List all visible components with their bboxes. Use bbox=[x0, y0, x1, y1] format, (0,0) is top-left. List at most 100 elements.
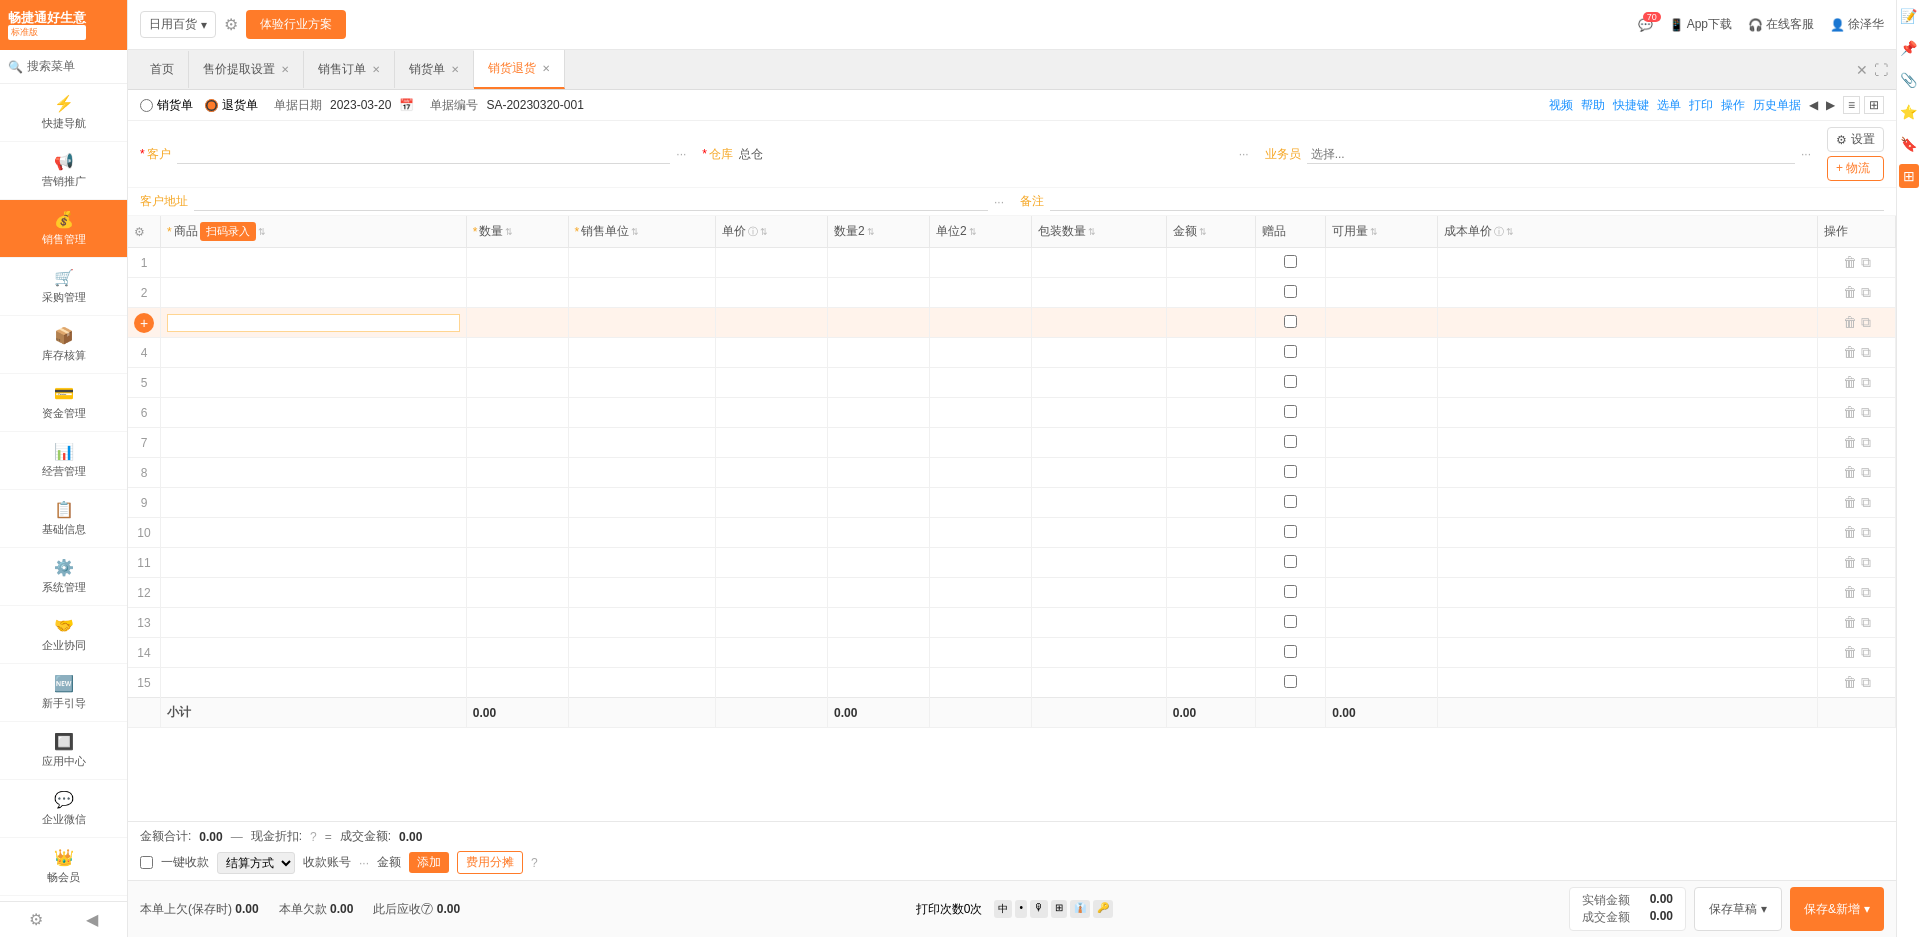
tab-delivery-close-icon[interactable]: ✕ bbox=[451, 64, 459, 75]
sidebar-item-basicinfo[interactable]: 📋 基础信息 bbox=[0, 490, 127, 548]
unit2-cell[interactable] bbox=[930, 548, 1032, 578]
unit2-cell[interactable] bbox=[930, 458, 1032, 488]
price-cell[interactable] bbox=[716, 608, 828, 638]
cost-price-cell[interactable] bbox=[1438, 338, 1818, 368]
logistics-btn[interactable]: + 物流 bbox=[1827, 156, 1884, 181]
right-icon-4[interactable]: ⭐ bbox=[1896, 100, 1920, 124]
gift-cell[interactable] bbox=[1256, 428, 1326, 458]
copy-row-icon[interactable]: ⧉ bbox=[1861, 344, 1871, 361]
sort-unit2-icon[interactable]: ⇅ bbox=[969, 227, 977, 237]
price-info-icon[interactable]: ⓘ bbox=[748, 225, 758, 239]
amount-cell[interactable] bbox=[1166, 248, 1255, 278]
price-cell[interactable] bbox=[716, 368, 828, 398]
sidebar-item-purchase[interactable]: 🛒 采购管理 bbox=[0, 258, 127, 316]
cost-price-cell[interactable] bbox=[1438, 368, 1818, 398]
price-cell[interactable] bbox=[716, 338, 828, 368]
price-cell[interactable] bbox=[716, 578, 828, 608]
qty2-cell[interactable] bbox=[828, 608, 930, 638]
gift-cell[interactable] bbox=[1256, 608, 1326, 638]
unit2-cell[interactable] bbox=[930, 638, 1032, 668]
quantity-cell[interactable] bbox=[466, 578, 568, 608]
scan-button[interactable]: 扫码录入 bbox=[200, 222, 256, 241]
copy-row-icon[interactable]: ⧉ bbox=[1861, 644, 1871, 661]
qty2-cell[interactable] bbox=[828, 668, 930, 698]
amount-cell[interactable] bbox=[1166, 518, 1255, 548]
available-cell[interactable] bbox=[1326, 518, 1438, 548]
unit2-cell[interactable] bbox=[930, 338, 1032, 368]
product-cell[interactable] bbox=[161, 308, 467, 338]
pkg-qty-cell[interactable] bbox=[1031, 248, 1166, 278]
pkg-qty-cell[interactable] bbox=[1031, 668, 1166, 698]
app-download-button[interactable]: 📱 App下载 bbox=[1669, 16, 1732, 33]
price-cell[interactable] bbox=[716, 248, 828, 278]
pkg-qty-cell[interactable] bbox=[1031, 338, 1166, 368]
copy-row-icon[interactable]: ⧉ bbox=[1861, 284, 1871, 301]
radio-delivery-input[interactable] bbox=[140, 99, 153, 112]
cost-price-cell[interactable] bbox=[1438, 398, 1818, 428]
one-click-payment-checkbox[interactable] bbox=[140, 856, 153, 869]
search-menu[interactable]: 🔍 搜索菜单 bbox=[0, 50, 127, 84]
unit2-cell[interactable] bbox=[930, 398, 1032, 428]
tab-home[interactable]: 首页 bbox=[136, 51, 189, 88]
unit-cell[interactable] bbox=[568, 368, 715, 398]
copy-row-icon[interactable]: ⧉ bbox=[1861, 524, 1871, 541]
unit-cell[interactable] bbox=[568, 278, 715, 308]
unit-cell[interactable] bbox=[568, 548, 715, 578]
price-cell[interactable] bbox=[716, 548, 828, 578]
price-cell[interactable] bbox=[716, 308, 828, 338]
gift-checkbox[interactable] bbox=[1284, 435, 1297, 448]
delete-row-icon[interactable]: 🗑 bbox=[1843, 614, 1857, 631]
price-cell[interactable] bbox=[716, 428, 828, 458]
unit2-cell[interactable] bbox=[930, 308, 1032, 338]
pkg-qty-cell[interactable] bbox=[1031, 308, 1166, 338]
unit-cell[interactable] bbox=[568, 458, 715, 488]
available-cell[interactable] bbox=[1326, 338, 1438, 368]
trial-button[interactable]: 体验行业方案 bbox=[246, 10, 346, 39]
input-method-icon-3[interactable]: 🎙 bbox=[1030, 900, 1048, 918]
pkg-qty-cell[interactable] bbox=[1031, 428, 1166, 458]
sort-available-icon[interactable]: ⇅ bbox=[1370, 227, 1378, 237]
gift-cell[interactable] bbox=[1256, 278, 1326, 308]
unit-cell[interactable] bbox=[568, 338, 715, 368]
unit2-cell[interactable] bbox=[930, 368, 1032, 398]
gift-checkbox[interactable] bbox=[1284, 315, 1297, 328]
tab-price-close-icon[interactable]: ✕ bbox=[281, 64, 289, 75]
amount-cell[interactable] bbox=[1166, 278, 1255, 308]
delete-row-icon[interactable]: 🗑 bbox=[1843, 404, 1857, 421]
warehouse-more-icon[interactable]: ··· bbox=[1239, 147, 1249, 161]
right-icon-1[interactable]: 📝 bbox=[1896, 4, 1920, 28]
gift-cell[interactable] bbox=[1256, 458, 1326, 488]
tab-price[interactable]: 售价提取设置 ✕ bbox=[189, 51, 304, 88]
pkg-qty-cell[interactable] bbox=[1031, 548, 1166, 578]
customer-more-icon[interactable]: ··· bbox=[676, 147, 686, 161]
amount-cell[interactable] bbox=[1166, 488, 1255, 518]
product-cell[interactable] bbox=[161, 608, 467, 638]
delete-row-icon[interactable]: 🗑 bbox=[1843, 314, 1857, 331]
save-new-button[interactable]: 保存&新增 ▾ bbox=[1790, 887, 1884, 931]
product-cell[interactable] bbox=[161, 248, 467, 278]
unit-cell[interactable] bbox=[568, 308, 715, 338]
input-method-icon-6[interactable]: 🔑 bbox=[1093, 900, 1113, 918]
qty2-cell[interactable] bbox=[828, 278, 930, 308]
save-draft-button[interactable]: 保存草稿 ▾ bbox=[1694, 887, 1782, 931]
input-method-icon-5[interactable]: 👔 bbox=[1070, 900, 1090, 918]
unit-cell[interactable] bbox=[568, 398, 715, 428]
unit-cell[interactable] bbox=[568, 578, 715, 608]
amount-cell[interactable] bbox=[1166, 458, 1255, 488]
online-service-button[interactable]: 🎧 在线客服 bbox=[1748, 16, 1814, 33]
quantity-cell[interactable] bbox=[466, 458, 568, 488]
add-payment-button[interactable]: 添加 bbox=[409, 852, 449, 873]
gift-checkbox[interactable] bbox=[1284, 465, 1297, 478]
amount-cell[interactable] bbox=[1166, 308, 1255, 338]
available-cell[interactable] bbox=[1326, 548, 1438, 578]
pkg-qty-cell[interactable] bbox=[1031, 518, 1166, 548]
amount-cell[interactable] bbox=[1166, 338, 1255, 368]
product-cell[interactable] bbox=[161, 338, 467, 368]
product-cell[interactable] bbox=[161, 428, 467, 458]
expense-help-icon[interactable]: ? bbox=[531, 856, 538, 870]
gift-cell[interactable] bbox=[1256, 308, 1326, 338]
cost-price-cell[interactable] bbox=[1438, 578, 1818, 608]
copy-row-icon[interactable]: ⧉ bbox=[1861, 584, 1871, 601]
amount-cell[interactable] bbox=[1166, 428, 1255, 458]
copy-row-icon[interactable]: ⧉ bbox=[1861, 434, 1871, 451]
